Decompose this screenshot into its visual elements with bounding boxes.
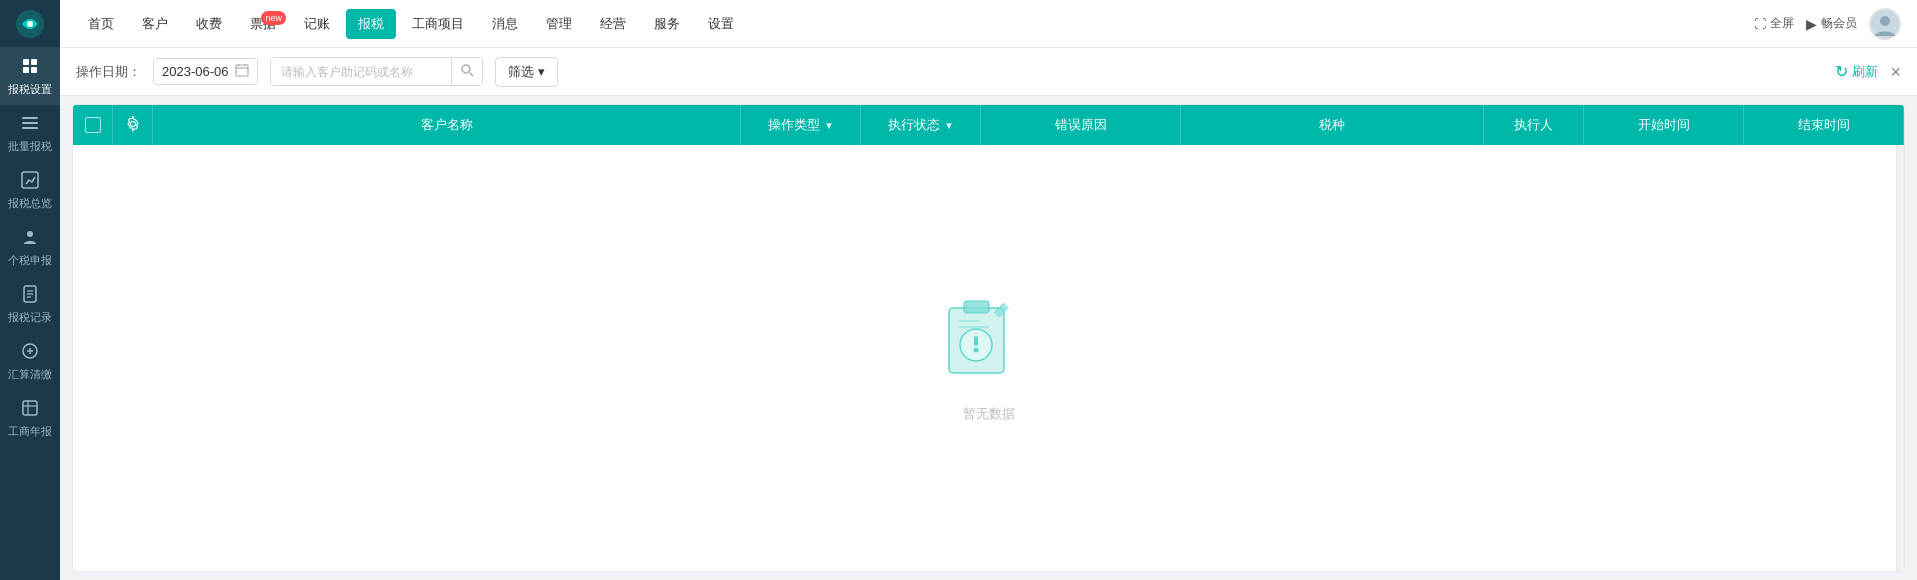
batch-tax-icon (20, 113, 40, 136)
svg-rect-3 (31, 59, 37, 65)
invoice-badge: new (261, 11, 286, 25)
scrollbar[interactable] (1896, 145, 1904, 571)
tax-overview-icon (20, 170, 40, 193)
tax-settings-icon (20, 56, 40, 79)
filter-button[interactable]: 筛选 ▾ (495, 57, 558, 87)
sidebar-item-tax-overview[interactable]: 报税总览 (0, 162, 60, 219)
settlement-icon (20, 341, 40, 364)
user-avatar[interactable] (1869, 8, 1901, 40)
select-all-checkbox[interactable] (85, 117, 101, 133)
topnav: 首页 客户 收费 票据 new 记账 报税 工商项目 消息 管理 经营 服务 设… (60, 0, 1917, 48)
svg-rect-33 (974, 336, 978, 346)
nav-business[interactable]: 工商项目 (400, 9, 476, 39)
nav-settings[interactable]: 设置 (696, 9, 746, 39)
sidebar-item-tax-record[interactable]: 报税记录 (0, 276, 60, 333)
empty-illustration (939, 293, 1039, 393)
sidebar-item-label: 报税总览 (8, 196, 52, 211)
fullscreen-icon: ⛶ (1754, 17, 1766, 31)
search-button[interactable] (451, 58, 482, 85)
sidebar-item-annual-report[interactable]: 工商年报 (0, 390, 60, 447)
nav-home[interactable]: 首页 (76, 9, 126, 39)
svg-point-10 (27, 231, 33, 237)
member-btn[interactable]: ▶ 畅会员 (1806, 15, 1857, 32)
th-tax-type: 税种 (1181, 105, 1484, 145)
filter-label: 筛选 (508, 63, 534, 81)
th-start-time: 开始时间 (1584, 105, 1744, 145)
nav-service[interactable]: 服务 (642, 9, 692, 39)
table-header: 客户名称 操作类型 ▼ 执行状态 ▼ 错误原因 税种 执行人 (73, 105, 1904, 145)
svg-line-26 (469, 73, 473, 77)
svg-rect-29 (964, 301, 989, 313)
svg-rect-16 (23, 401, 37, 415)
refresh-button[interactable]: ↻ 刷新 (1835, 62, 1878, 81)
fullscreen-btn[interactable]: ⛶ 全屏 (1754, 15, 1794, 32)
topnav-items: 首页 客户 收费 票据 new 记账 报税 工商项目 消息 管理 经营 服务 设… (76, 9, 1754, 39)
main-area: 首页 客户 收费 票据 new 记账 报税 工商项目 消息 管理 经营 服务 设… (60, 0, 1917, 580)
sidebar-item-personal-tax[interactable]: 个税申报 (0, 219, 60, 276)
sidebar-item-label: 个税申报 (8, 253, 52, 268)
th-op-type[interactable]: 操作类型 ▼ (741, 105, 861, 145)
th-executor: 执行人 (1484, 105, 1584, 145)
date-value: 2023-06-06 (162, 64, 229, 79)
sidebar-item-label: 批量报税 (8, 139, 52, 154)
personal-tax-icon (20, 227, 40, 250)
date-label: 操作日期： (76, 63, 141, 81)
table-container: 客户名称 操作类型 ▼ 执行状态 ▼ 错误原因 税种 执行人 (72, 104, 1905, 572)
annual-report-icon (20, 398, 40, 421)
search-input[interactable] (271, 60, 451, 84)
svg-point-1 (27, 21, 33, 27)
nav-message[interactable]: 消息 (480, 9, 530, 39)
svg-rect-2 (23, 59, 29, 65)
empty-state: 暂无数据 (73, 145, 1904, 571)
screen-record-icon: ▶ (1806, 16, 1817, 32)
th-client-name: 客户名称 (153, 105, 741, 145)
calendar-icon (235, 63, 249, 80)
sidebar-item-settlement[interactable]: 汇算清缴 (0, 333, 60, 390)
sort-exec-status-icon: ▼ (944, 120, 954, 131)
sidebar-logo (0, 0, 60, 48)
svg-rect-7 (22, 122, 38, 124)
sort-op-type-icon: ▼ (824, 120, 834, 131)
search-box (270, 57, 483, 86)
empty-text: 暂无数据 (963, 405, 1015, 423)
nav-accounting[interactable]: 记账 (292, 9, 342, 39)
th-gear[interactable] (113, 105, 153, 145)
nav-invoice[interactable]: 票据 new (238, 9, 288, 39)
svg-rect-8 (22, 127, 38, 129)
sidebar-item-label: 工商年报 (8, 424, 52, 439)
toolbar: 操作日期： 2023-06-06 筛选 ▾ ↻ 刷新 (60, 48, 1917, 96)
nav-billing[interactable]: 收费 (184, 9, 234, 39)
svg-point-34 (973, 348, 978, 353)
close-button[interactable]: × (1890, 63, 1901, 81)
svg-rect-6 (22, 117, 38, 119)
svg-rect-21 (236, 65, 248, 76)
sidebar: 报税设置 批量报税 报税总览 个税申报 报税记录 汇算清缴 工商 (0, 0, 60, 580)
svg-rect-5 (31, 67, 37, 73)
th-exec-status[interactable]: 执行状态 ▼ (861, 105, 981, 145)
sidebar-item-label: 报税设置 (8, 82, 52, 97)
content: 操作日期： 2023-06-06 筛选 ▾ ↻ 刷新 (60, 48, 1917, 580)
nav-client[interactable]: 客户 (130, 9, 180, 39)
svg-point-25 (462, 65, 470, 73)
date-picker[interactable]: 2023-06-06 (153, 58, 258, 85)
nav-finance[interactable]: 经营 (588, 9, 638, 39)
th-checkbox[interactable] (73, 105, 113, 145)
nav-tax[interactable]: 报税 (346, 9, 396, 39)
sidebar-item-batch-tax[interactable]: 批量报税 (0, 105, 60, 162)
sidebar-item-tax-settings[interactable]: 报税设置 (0, 48, 60, 105)
nav-manage[interactable]: 管理 (534, 9, 584, 39)
th-error-reason: 错误原因 (981, 105, 1181, 145)
svg-point-20 (1880, 16, 1890, 26)
gear-icon (125, 116, 141, 135)
svg-rect-4 (23, 67, 29, 73)
tax-record-icon (20, 284, 40, 307)
sidebar-item-label: 汇算清缴 (8, 367, 52, 382)
topnav-right: ⛶ 全屏 ▶ 畅会员 (1754, 8, 1901, 40)
refresh-icon: ↻ (1835, 62, 1848, 81)
th-end-time: 结束时间 (1744, 105, 1904, 145)
filter-arrow-icon: ▾ (538, 64, 545, 79)
sidebar-item-label: 报税记录 (8, 310, 52, 325)
